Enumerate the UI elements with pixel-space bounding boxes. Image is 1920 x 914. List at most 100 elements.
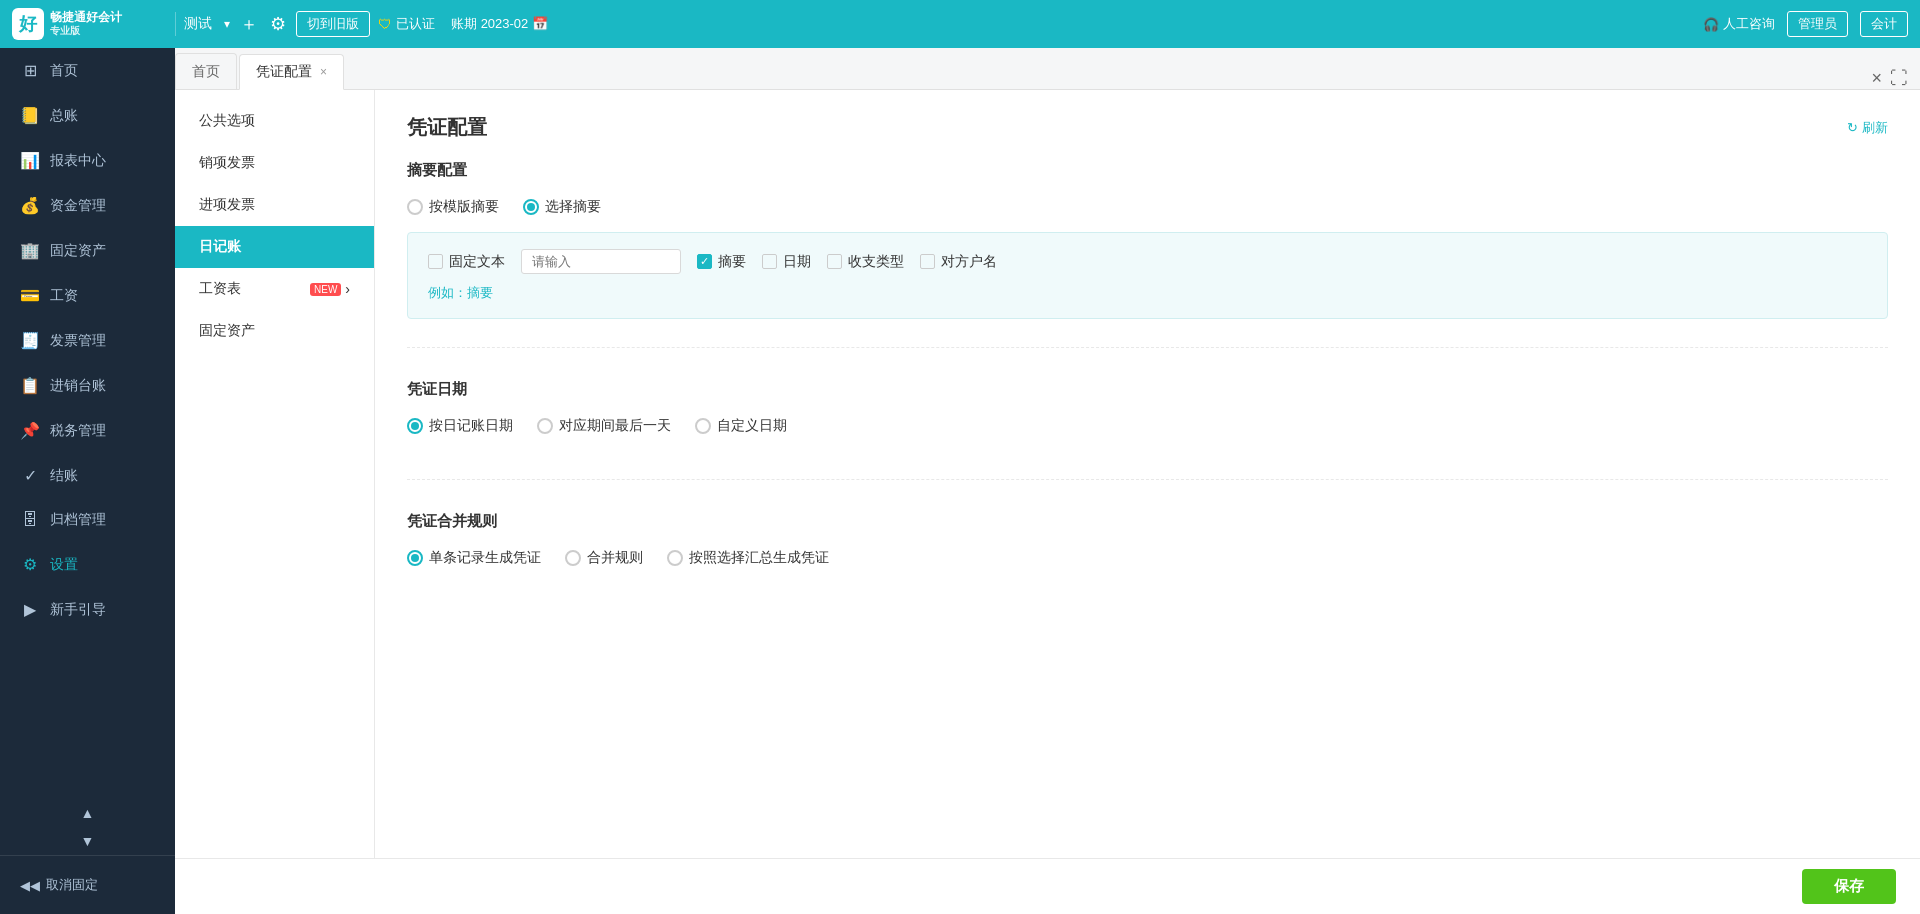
verified-text: 已认证 xyxy=(396,15,435,33)
radio-merge-rule-label: 合并规则 xyxy=(587,549,643,567)
accountant-button[interactable]: 会计 xyxy=(1860,11,1908,37)
radio-single-record[interactable]: 单条记录生成凭证 xyxy=(407,549,541,567)
sidebar-item-sales[interactable]: 📋 进销台账 xyxy=(0,363,175,408)
right-panel: 凭证配置 ↻ 刷新 摘要配置 按模版摘要 xyxy=(375,90,1920,858)
sidebar-item-archive[interactable]: 🗄 归档管理 xyxy=(0,498,175,542)
content-area: 首页 凭证配置 × × ⛶ 公共选项 销项发票 进项发票 日记账 工资表 xyxy=(175,48,1920,914)
consult-button[interactable]: 🎧 人工咨询 xyxy=(1703,15,1775,33)
radio-custom-date[interactable]: 自定义日期 xyxy=(695,417,787,435)
tab-voucher-config[interactable]: 凭证配置 × xyxy=(239,54,344,90)
ledger-icon: 📒 xyxy=(20,106,40,125)
main-layout: ⊞ 首页 📒 总账 📊 报表中心 💰 资金管理 🏢 固定资产 💳 工资 xyxy=(0,48,1920,914)
sidebar-item-salary[interactable]: 💳 工资 xyxy=(0,273,175,318)
left-nav-fixed-assets[interactable]: 固定资产 xyxy=(175,310,374,352)
radio-aggregate[interactable]: 按照选择汇总生成凭证 xyxy=(667,549,829,567)
fixed-text-input[interactable] xyxy=(521,249,681,274)
settings-icon[interactable]: ⚙ xyxy=(270,13,286,35)
sidebar-item-reports[interactable]: 📊 报表中心 xyxy=(0,138,175,183)
summary-config-box: 固定文本 ✓ 摘要 日期 xyxy=(407,232,1888,319)
sidebar-collapse-button[interactable]: ◀◀ 取消固定 xyxy=(0,866,175,904)
left-nav-payroll[interactable]: 工资表 NEW › xyxy=(175,268,374,310)
income-type-label: 收支类型 xyxy=(848,253,904,271)
new-badge: NEW xyxy=(310,283,341,296)
radio-period-last-day-label: 对应期间最后一天 xyxy=(559,417,671,435)
assets-icon: 🏢 xyxy=(20,241,40,260)
fixed-text-label: 固定文本 xyxy=(449,253,505,271)
radio-template-circle xyxy=(407,199,423,215)
topbar-right: 🎧 人工咨询 管理员 会计 xyxy=(1703,11,1908,37)
radio-select-label: 选择摘要 xyxy=(545,198,601,216)
tab-home[interactable]: 首页 xyxy=(175,53,237,89)
logo: 好 畅捷通好会计 专业版 xyxy=(12,8,167,40)
section-summary: 摘要配置 按模版摘要 选择摘要 xyxy=(407,161,1888,348)
shield-icon: 🛡 xyxy=(378,16,392,32)
section-merge-title: 凭证合并规则 xyxy=(407,512,1888,531)
expand-icon: › xyxy=(345,281,350,297)
verified-badge: 🛡 已认证 xyxy=(378,15,435,33)
sales-icon: 📋 xyxy=(20,376,40,395)
sidebar-scroll-down[interactable]: ▼ xyxy=(0,827,175,855)
sidebar-item-home[interactable]: ⊞ 首页 xyxy=(0,48,175,93)
section-date-title: 凭证日期 xyxy=(407,380,1888,399)
bottom-bar: 保存 xyxy=(175,858,1920,914)
checkbox-counterpart[interactable]: 对方户名 xyxy=(920,253,997,271)
panel-title: 凭证配置 xyxy=(407,114,487,141)
tab-close-button[interactable]: × xyxy=(1871,68,1882,89)
summary-example: 例如：摘要 xyxy=(428,284,1867,302)
checkbox-summary-square: ✓ xyxy=(697,254,712,269)
sidebar-item-funds[interactable]: 💰 资金管理 xyxy=(0,183,175,228)
radio-journal-date[interactable]: 按日记账日期 xyxy=(407,417,513,435)
left-nav-journal[interactable]: 日记账 xyxy=(175,226,374,268)
counterpart-label: 对方户名 xyxy=(941,253,997,271)
sidebar-label-ledger: 总账 xyxy=(50,107,78,125)
checkbox-date[interactable]: 日期 xyxy=(762,253,811,271)
radio-template-summary[interactable]: 按模版摘要 xyxy=(407,198,499,216)
left-nav-purchase-invoice[interactable]: 进项发票 xyxy=(175,184,374,226)
logo-sub: 专业版 xyxy=(50,24,122,38)
date-label: 日期 xyxy=(783,253,811,271)
project-chevron-icon[interactable]: ▾ xyxy=(224,17,230,31)
logo-icon: 好 xyxy=(12,8,44,40)
radio-merge-rule-circle xyxy=(565,550,581,566)
tax-icon: 📌 xyxy=(20,421,40,440)
topbar: 好 畅捷通好会计 专业版 测试 ▾ ＋ ⚙ 切到旧版 🛡 已认证 账期 2023… xyxy=(0,0,1920,48)
left-nav-sales-invoice[interactable]: 销项发票 xyxy=(175,142,374,184)
collapse-icon: ◀◀ xyxy=(20,878,40,893)
sidebar-scroll-up[interactable]: ▲ xyxy=(0,799,175,827)
checkbox-summary[interactable]: ✓ 摘要 xyxy=(697,253,746,271)
checkbox-fixed-text[interactable]: 固定文本 xyxy=(428,253,505,271)
checkbox-income-type[interactable]: 收支类型 xyxy=(827,253,904,271)
left-nav-public[interactable]: 公共选项 xyxy=(175,100,374,142)
archive-icon: 🗄 xyxy=(20,511,40,529)
sidebar-item-closing[interactable]: ✓ 结账 xyxy=(0,453,175,498)
sidebar-item-invoice[interactable]: 🧾 发票管理 xyxy=(0,318,175,363)
sidebar-item-settings[interactable]: ⚙ 设置 xyxy=(0,542,175,587)
logo-text: 畅捷通好会计 xyxy=(50,10,122,24)
tab-close-icon[interactable]: × xyxy=(320,65,327,79)
radio-merge-rule[interactable]: 合并规则 xyxy=(565,549,643,567)
sidebar-item-guide[interactable]: ▶ 新手引导 xyxy=(0,587,175,632)
topbar-divider xyxy=(175,12,176,36)
tab-bar: 首页 凭证配置 × × ⛶ xyxy=(175,48,1920,90)
sidebar-label-archive: 归档管理 xyxy=(50,511,106,529)
sidebar-item-ledger[interactable]: 📒 总账 xyxy=(0,93,175,138)
user-button[interactable]: 管理员 xyxy=(1787,11,1848,37)
refresh-button[interactable]: ↻ 刷新 xyxy=(1847,119,1888,137)
radio-period-last-day[interactable]: 对应期间最后一天 xyxy=(537,417,671,435)
refresh-label: 刷新 xyxy=(1862,119,1888,137)
switch-old-version-button[interactable]: 切到旧版 xyxy=(296,11,370,37)
sidebar-item-assets[interactable]: 🏢 固定资产 xyxy=(0,228,175,273)
add-icon[interactable]: ＋ xyxy=(240,12,258,36)
sidebar-item-tax[interactable]: 📌 税务管理 xyxy=(0,408,175,453)
salary-icon: 💳 xyxy=(20,286,40,305)
radio-select-summary[interactable]: 选择摘要 xyxy=(523,198,601,216)
sidebar-label-guide: 新手引导 xyxy=(50,601,106,619)
save-button[interactable]: 保存 xyxy=(1802,869,1896,904)
radio-select-circle xyxy=(523,199,539,215)
invoice-icon: 🧾 xyxy=(20,331,40,350)
sidebar-label-salary: 工资 xyxy=(50,287,78,305)
left-nav-payroll-label: 工资表 xyxy=(199,280,241,298)
section-merge: 凭证合并规则 单条记录生成凭证 合并规则 按照选择汇总生成凭证 xyxy=(407,512,1888,611)
date-radio-group: 按日记账日期 对应期间最后一天 自定义日期 xyxy=(407,417,1888,435)
tab-expand-button[interactable]: ⛶ xyxy=(1890,68,1908,89)
